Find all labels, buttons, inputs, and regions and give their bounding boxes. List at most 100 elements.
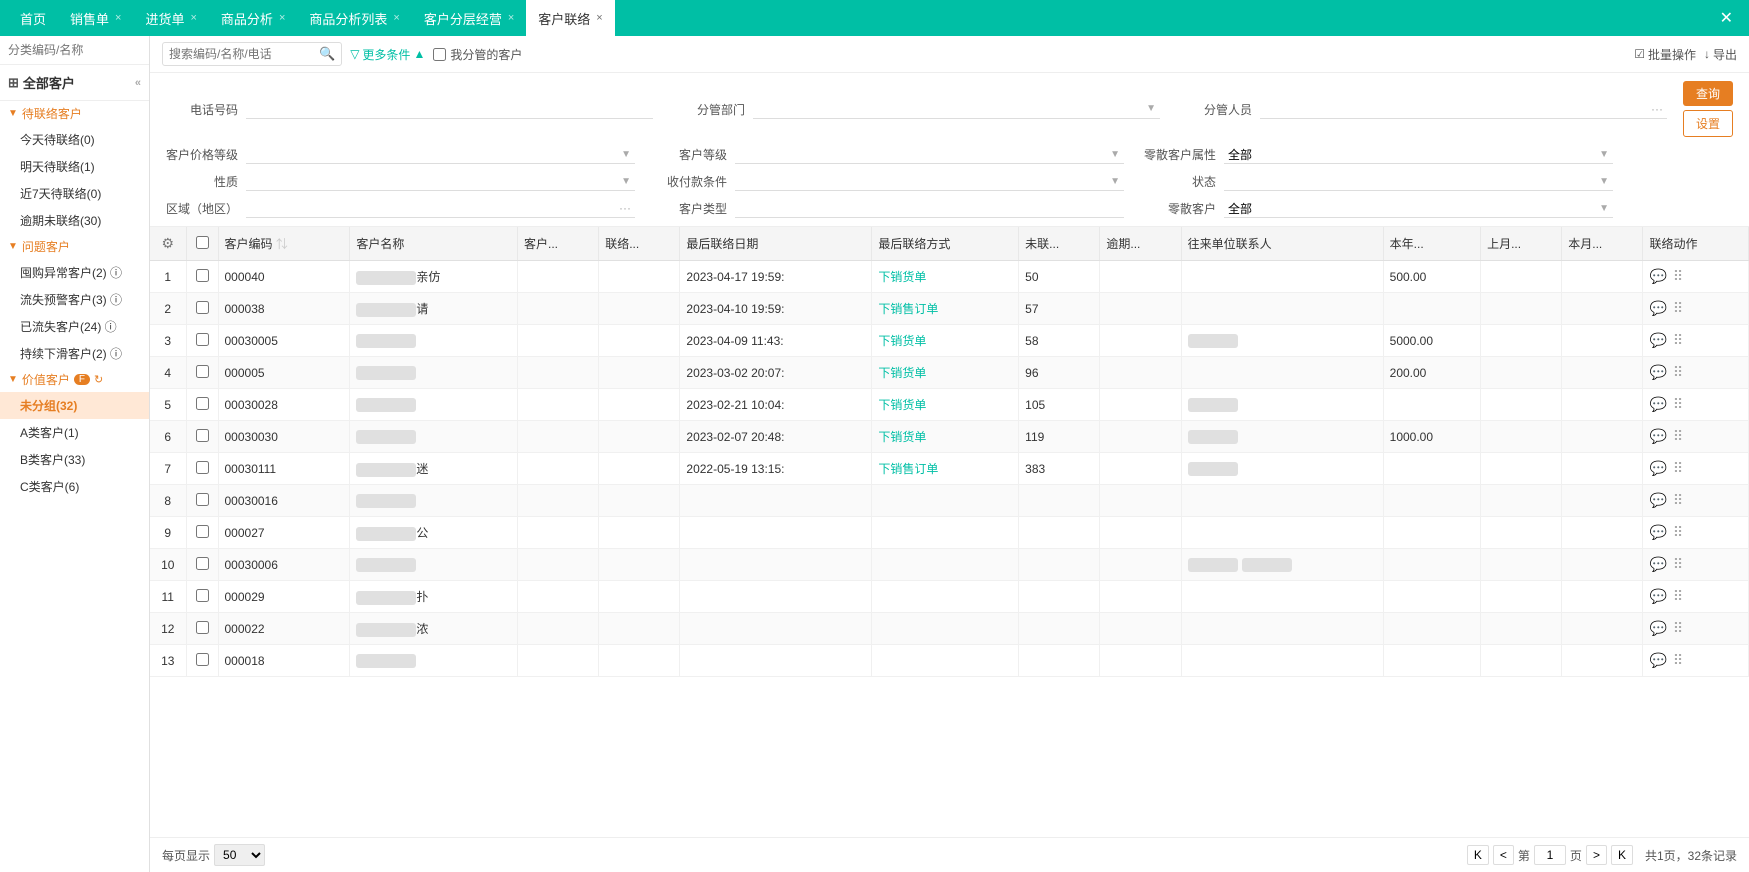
row-checkbox[interactable] <box>186 389 218 421</box>
sidebar-item-class-b[interactable]: B类客户(33) <box>0 446 149 473</box>
payment-dropdown[interactable]: ▼ <box>1110 176 1120 187</box>
more-actions-icon[interactable]: ⠿ <box>1673 396 1683 413</box>
refresh-icon[interactable]: ↻ <box>94 373 103 386</box>
status-input[interactable] <box>1228 174 1595 188</box>
sidebar-collapse-btn[interactable]: « <box>135 77 141 89</box>
more-actions-icon[interactable]: ⠿ <box>1673 652 1683 669</box>
contact-icon[interactable]: 💬 <box>1649 460 1666 477</box>
region-input[interactable] <box>250 201 619 215</box>
sidebar-item-tomorrow[interactable]: 明天待联络(1) <box>0 153 149 180</box>
row-last-method-link[interactable]: 下销货单 <box>878 270 926 284</box>
retail-input[interactable] <box>1228 201 1595 215</box>
select-all-checkbox[interactable] <box>196 236 209 249</box>
section-pending-contact[interactable]: ▼ 待联络客户 <box>0 101 149 126</box>
more-actions-icon[interactable]: ⠿ <box>1673 428 1683 445</box>
settings-icon[interactable]: ⚙ <box>161 235 174 251</box>
tab-analysis-list[interactable]: 商品分析列表 × <box>297 0 411 36</box>
tab-home[interactable]: 首页 <box>8 0 58 36</box>
col-settings[interactable]: ⚙ <box>150 227 186 261</box>
contact-icon[interactable]: 💬 <box>1649 492 1666 509</box>
more-actions-icon[interactable]: ⠿ <box>1673 332 1683 349</box>
col-contact[interactable]: 联络... <box>599 227 680 261</box>
row-last-method-link[interactable]: 下销货单 <box>878 334 926 348</box>
row-checkbox[interactable] <box>186 613 218 645</box>
tab-sales-close[interactable]: × <box>115 12 121 24</box>
row-checkbox[interactable] <box>186 357 218 389</box>
more-actions-icon[interactable]: ⠿ <box>1673 300 1683 317</box>
sidebar-item-7days[interactable]: 近7天待联络(0) <box>0 180 149 207</box>
first-page-btn[interactable]: K <box>1467 845 1489 865</box>
sidebar-item-class-c[interactable]: C类客户(6) <box>0 473 149 500</box>
search-icon[interactable]: 🔍 <box>319 46 335 62</box>
contact-icon[interactable]: 💬 <box>1649 428 1666 445</box>
row-checkbox[interactable] <box>186 453 218 485</box>
row-last-method-link[interactable]: 下销售订单 <box>878 462 938 476</box>
customer-type-input[interactable] <box>739 201 1120 215</box>
row-checkbox[interactable] <box>186 421 218 453</box>
col-type[interactable]: 客户... <box>518 227 599 261</box>
more-actions-icon[interactable]: ⠿ <box>1673 492 1683 509</box>
row-checkbox[interactable] <box>186 645 218 677</box>
col-this-month[interactable]: 本月... <box>1562 227 1643 261</box>
customer-level-input[interactable] <box>739 147 1106 161</box>
page-size-dropdown[interactable]: 50 100 200 <box>214 844 265 866</box>
tab-customer-contact[interactable]: 客户联络 × <box>526 0 614 36</box>
manager-more-icon[interactable]: ··· <box>1651 102 1663 116</box>
tab-purchase[interactable]: 进货单 × <box>133 0 208 36</box>
more-actions-icon[interactable]: ⠿ <box>1673 588 1683 605</box>
payment-input[interactable] <box>739 174 1106 188</box>
search-input[interactable] <box>169 47 319 61</box>
tab-analysis[interactable]: 商品分析 × <box>209 0 297 36</box>
contact-icon[interactable]: 💬 <box>1649 268 1666 285</box>
last-page-btn[interactable]: K <box>1611 845 1633 865</box>
contact-icon[interactable]: 💬 <box>1649 588 1666 605</box>
region-more-icon[interactable]: ··· <box>619 201 631 215</box>
retail-dropdown[interactable]: ▼ <box>1599 203 1609 214</box>
col-last-month[interactable]: 上月... <box>1481 227 1562 261</box>
contact-icon[interactable]: 💬 <box>1649 556 1666 573</box>
contact-icon[interactable]: 💬 <box>1649 300 1666 317</box>
tab-customer-tier[interactable]: 客户分层经营 × <box>412 0 526 36</box>
more-actions-icon[interactable]: ⠿ <box>1673 556 1683 573</box>
export-btn[interactable]: ↓ 导出 <box>1704 46 1737 63</box>
sidebar-item-today[interactable]: 今天待联络(0) <box>0 126 149 153</box>
more-actions-icon[interactable]: ⠿ <box>1673 620 1683 637</box>
row-last-method-link[interactable]: 下销货单 <box>878 398 926 412</box>
reset-btn[interactable]: 设置 <box>1683 110 1733 137</box>
section-value-customers[interactable]: ▼ 价值客户 F ↻ <box>0 367 149 392</box>
more-actions-icon[interactable]: ⠿ <box>1673 364 1683 381</box>
tab-purchase-close[interactable]: × <box>190 12 196 24</box>
row-last-method-link[interactable]: 下销售订单 <box>878 302 938 316</box>
customer-attr-input[interactable] <box>1228 147 1595 161</box>
sidebar-item-class-a[interactable]: A类客户(1) <box>0 419 149 446</box>
col-overdue[interactable]: 逾期... <box>1100 227 1181 261</box>
window-close-button[interactable]: ✕ <box>1712 8 1741 28</box>
row-checkbox[interactable] <box>186 261 218 293</box>
row-checkbox[interactable] <box>186 549 218 581</box>
contact-icon[interactable]: 💬 <box>1649 364 1666 381</box>
sidebar-item-churned[interactable]: 已流失客户(24) ⓘ <box>0 313 149 340</box>
tab-customer-contact-close[interactable]: × <box>596 12 602 24</box>
sidebar-item-ungroup[interactable]: 未分组(32) <box>0 392 149 419</box>
dept-dropdown-icon[interactable]: ▼ <box>1146 103 1156 114</box>
col-company-contact[interactable]: 往来单位联系人 <box>1181 227 1383 261</box>
price-level-dropdown[interactable]: ▼ <box>621 149 631 160</box>
customer-attr-dropdown[interactable]: ▼ <box>1599 149 1609 160</box>
section-problem-customers[interactable]: ▼ 问题客户 <box>0 234 149 259</box>
row-checkbox[interactable] <box>186 485 218 517</box>
row-checkbox[interactable] <box>186 293 218 325</box>
col-this-year[interactable]: 本年... <box>1383 227 1480 261</box>
sidebar-item-declining[interactable]: 持续下滑客户(2) ⓘ <box>0 340 149 367</box>
contact-icon[interactable]: 💬 <box>1649 332 1666 349</box>
contact-icon[interactable]: 💬 <box>1649 524 1666 541</box>
prev-page-btn[interactable]: < <box>1493 845 1514 865</box>
sidebar-all-customers[interactable]: ⊞ 全部客户 « <box>0 65 149 101</box>
tab-analysis-list-close[interactable]: × <box>393 12 399 24</box>
tab-sales[interactable]: 销售单 × <box>58 0 133 36</box>
batch-ops-btn[interactable]: ☑ 批量操作 <box>1634 46 1696 63</box>
row-checkbox[interactable] <box>186 581 218 613</box>
more-actions-icon[interactable]: ⠿ <box>1673 524 1683 541</box>
col-name[interactable]: 客户名称 <box>350 227 518 261</box>
manager-input[interactable] <box>1264 102 1651 116</box>
price-level-input[interactable] <box>250 147 617 161</box>
